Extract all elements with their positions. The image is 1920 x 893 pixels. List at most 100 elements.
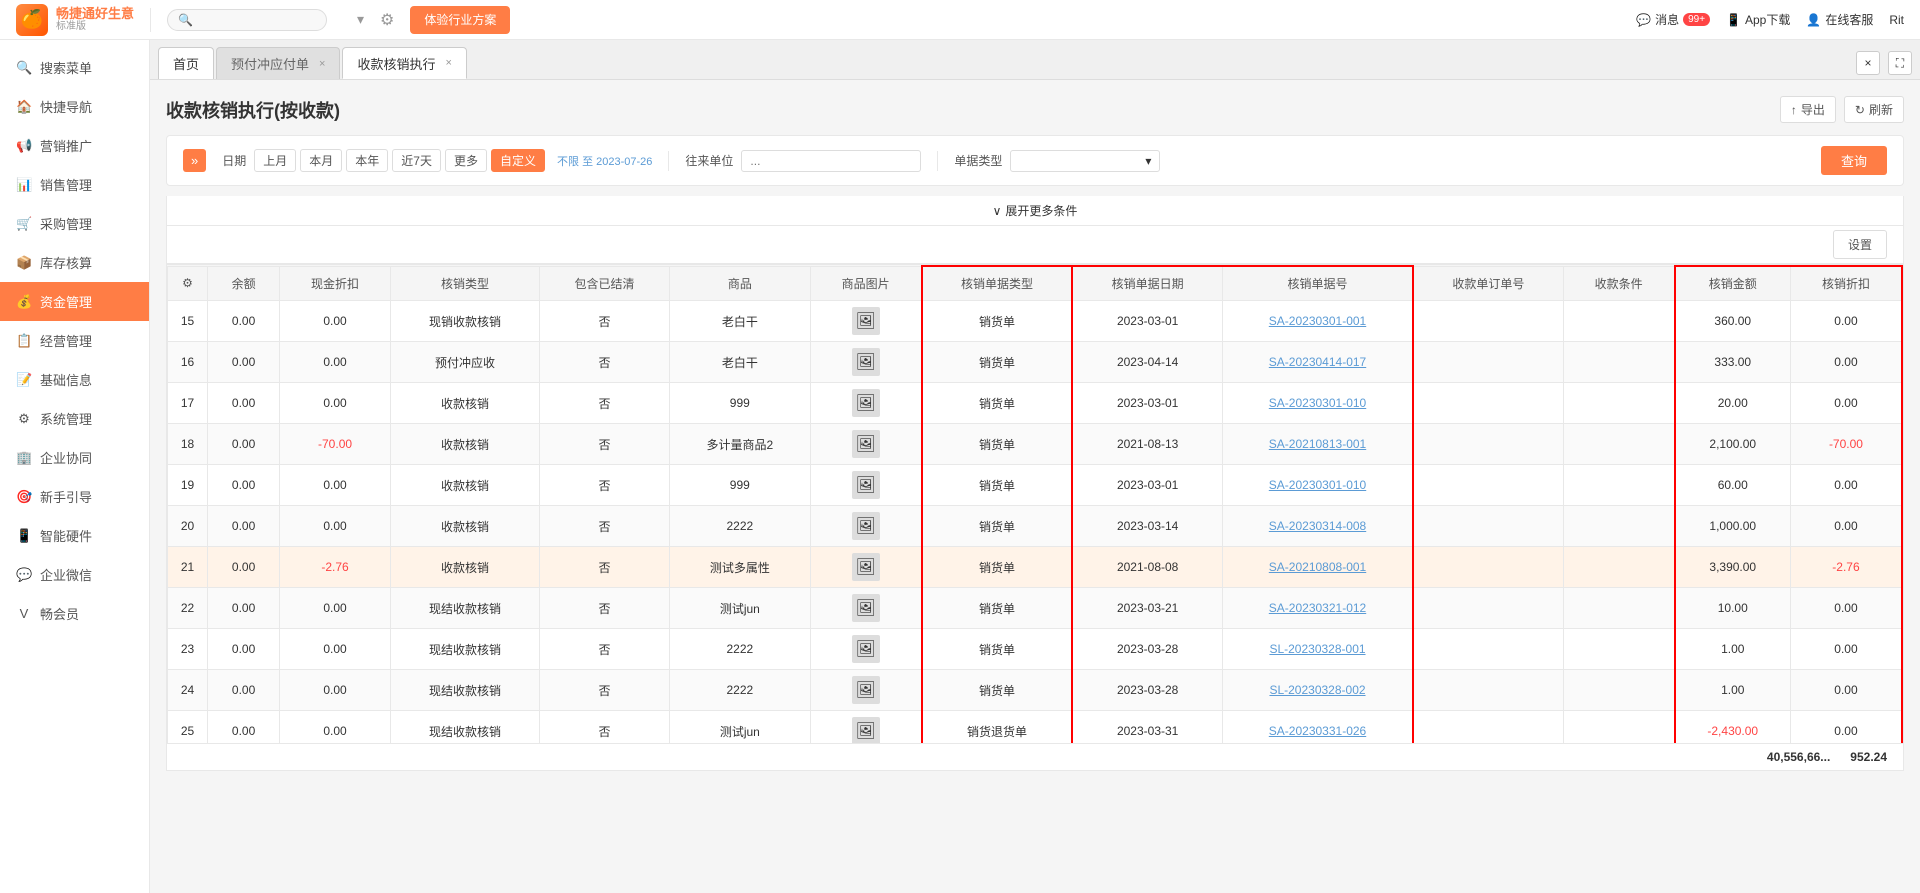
search-icon: 🔍 (16, 60, 32, 76)
sidebar-item-operations[interactable]: 📋 经营管理 (0, 321, 149, 360)
sidebar-item-purchase[interactable]: 🛒 采购管理 (0, 204, 149, 243)
search-bar[interactable]: 🔍 (167, 9, 327, 31)
cell-receipt-order-no (1413, 465, 1563, 506)
footer-total-amount: 40,556,66... (1767, 750, 1830, 764)
date-btn-custom[interactable]: 自定义 (491, 149, 545, 172)
money-icon: 💰 (16, 294, 32, 310)
query-btn[interactable]: 查询 (1821, 146, 1887, 175)
refresh-btn[interactable]: ↻ 刷新 (1844, 96, 1904, 123)
writeoff-no-link[interactable]: SA-20230321-012 (1269, 601, 1366, 615)
writeoff-no-link[interactable]: SA-20210808-001 (1269, 560, 1366, 574)
sidebar-item-smart-hw[interactable]: 📱 智能硬件 (0, 516, 149, 555)
cell-receipt-order-no (1413, 301, 1563, 342)
app-name-area: 畅捷通好生意 标准版 (56, 6, 134, 34)
cell-writeoff-no[interactable]: SA-20230301-010 (1222, 465, 1413, 506)
cell-receipt-condition (1563, 547, 1674, 588)
table-row: 23 0.00 0.00 现结收款核销 否 2222 🖼 销货单 2023-03… (168, 629, 1903, 670)
sidebar-item-inventory[interactable]: 📦 库存核算 (0, 243, 149, 282)
writeoff-no-link[interactable]: SL-20230328-002 (1269, 683, 1365, 697)
filter-expand-arrow[interactable]: » (183, 149, 206, 172)
table-row: 20 0.00 0.00 收款核销 否 2222 🖼 销货单 2023-03-1… (168, 506, 1903, 547)
date-btn-this-year[interactable]: 本年 (346, 149, 388, 172)
cell-product-img: 🖼 (810, 588, 921, 629)
table-container[interactable]: ⚙ 余额 现金折扣 核销类型 包含已结清 商品 商品图片 核销单据类型 核销单据… (166, 264, 1904, 744)
message-btn[interactable]: 💬 消息 99+ (1636, 11, 1710, 28)
writeoff-no-link[interactable]: SA-20230301-001 (1269, 314, 1366, 328)
dropdown-icon[interactable]: ▾ (357, 11, 364, 28)
writeoff-no-link[interactable]: SA-20230314-008 (1269, 519, 1366, 533)
cell-receipt-condition (1563, 301, 1674, 342)
col-gear[interactable]: ⚙ (168, 266, 208, 301)
cell-include-settled: 否 (540, 506, 670, 547)
writeoff-no-link[interactable]: SA-20230331-026 (1269, 724, 1366, 738)
cell-writeoff-no[interactable]: SA-20230314-008 (1222, 506, 1413, 547)
user-name[interactable]: Rit (1889, 13, 1904, 27)
sidebar-item-member[interactable]: V 畅会员 (0, 594, 149, 633)
cell-id: 25 (168, 711, 208, 745)
cell-writeoff-date: 2023-03-28 (1072, 670, 1222, 711)
settings-btn[interactable]: 设置 (1833, 230, 1887, 259)
cell-writeoff-no[interactable]: SA-20230301-010 (1222, 383, 1413, 424)
member-icon: V (16, 606, 32, 621)
sidebar-item-search[interactable]: 🔍 搜索菜单 (0, 48, 149, 87)
cell-writeoff-no[interactable]: SA-20230321-012 (1222, 588, 1413, 629)
writeoff-no-link[interactable]: SA-20210813-001 (1269, 437, 1366, 451)
online-service-btn[interactable]: 👤 在线客服 (1806, 11, 1873, 28)
sidebar-item-basic-info[interactable]: 📝 基础信息 (0, 360, 149, 399)
cell-writeoff-no[interactable]: SA-20230414-017 (1222, 342, 1413, 383)
date-btn-7days[interactable]: 近7天 (392, 149, 441, 172)
date-btn-last-month[interactable]: 上月 (254, 149, 296, 172)
export-btn[interactable]: ↑ 导出 (1780, 96, 1836, 123)
cell-receipt-condition (1563, 506, 1674, 547)
gear-icon[interactable]: ⚙ (380, 10, 394, 30)
sidebar-item-marketing[interactable]: 📢 营销推广 (0, 126, 149, 165)
cell-writeoff-discount: 0.00 (1790, 301, 1902, 342)
tab-prepay-close[interactable]: × (319, 58, 325, 70)
sidebar-item-system[interactable]: ⚙ 系统管理 (0, 399, 149, 438)
cell-writeoff-discount: 0.00 (1790, 342, 1902, 383)
writeoff-no-link[interactable]: SA-20230414-017 (1269, 355, 1366, 369)
writeoff-no-link[interactable]: SA-20230301-010 (1269, 478, 1366, 492)
cell-writeoff-amount: 1,000.00 (1675, 506, 1791, 547)
cell-writeoff-no[interactable]: SA-20230301-001 (1222, 301, 1413, 342)
sidebar-item-wechat[interactable]: 💬 企业微信 (0, 555, 149, 594)
tab-home[interactable]: 首页 (158, 47, 214, 79)
cell-writeoff-no[interactable]: SA-20230331-026 (1222, 711, 1413, 745)
sidebar-item-enterprise[interactable]: 🏢 企业协同 (0, 438, 149, 477)
sidebar-item-quick-nav[interactable]: 🏠 快捷导航 (0, 87, 149, 126)
cell-writeoff-voucher-type: 销货单 (922, 342, 1073, 383)
cell-writeoff-date: 2023-03-21 (1072, 588, 1222, 629)
sidebar-item-sales[interactable]: 📊 销售管理 (0, 165, 149, 204)
writeoff-no-link[interactable]: SL-20230328-001 (1269, 642, 1365, 656)
cell-include-settled: 否 (540, 383, 670, 424)
main-content: 首页 预付冲应付单 × 收款核销执行 × × ⛶ 收款核销执行(按收款) (150, 40, 1920, 893)
cell-writeoff-no[interactable]: SA-20210813-001 (1222, 424, 1413, 465)
tab-expand-btn[interactable]: ⛶ (1888, 51, 1912, 75)
product-image: 🖼 (852, 307, 880, 335)
counterparty-label: 往来单位 (685, 152, 733, 169)
cell-product-img: 🖼 (810, 301, 921, 342)
cell-writeoff-no[interactable]: SL-20230328-001 (1222, 629, 1413, 670)
service-icon: 👤 (1806, 13, 1821, 27)
date-btn-more[interactable]: 更多 (445, 149, 487, 172)
tab-receipt-writeoff[interactable]: 收款核销执行 × (342, 47, 466, 79)
date-btn-this-month[interactable]: 本月 (300, 149, 342, 172)
industry-btn[interactable]: 体验行业方案 (410, 6, 510, 34)
footer-total-discount: 952.24 (1850, 750, 1887, 764)
refresh-icon: ↻ (1855, 103, 1865, 117)
tab-close-btn[interactable]: × (1856, 51, 1880, 75)
tab-prepay[interactable]: 预付冲应付单 × (216, 47, 340, 79)
expand-more-bar[interactable]: ∨ 展开更多条件 (166, 196, 1904, 226)
tab-receipt-close[interactable]: × (445, 57, 451, 69)
col-writeoff-voucher-type: 核销单据类型 (922, 266, 1073, 301)
counterparty-input[interactable] (741, 150, 921, 172)
cell-writeoff-no[interactable]: SA-20210808-001 (1222, 547, 1413, 588)
writeoff-no-link[interactable]: SA-20230301-010 (1269, 396, 1366, 410)
cell-id: 23 (168, 629, 208, 670)
voucher-type-select[interactable]: ▾ (1010, 150, 1160, 172)
app-download-btn[interactable]: 📱 App下载 (1726, 11, 1790, 28)
sidebar-item-guide[interactable]: 🎯 新手引导 (0, 477, 149, 516)
cell-writeoff-no[interactable]: SL-20230328-002 (1222, 670, 1413, 711)
sidebar-item-finance[interactable]: 💰 资金管理 (0, 282, 149, 321)
app-icon: 🍊 (16, 4, 48, 36)
